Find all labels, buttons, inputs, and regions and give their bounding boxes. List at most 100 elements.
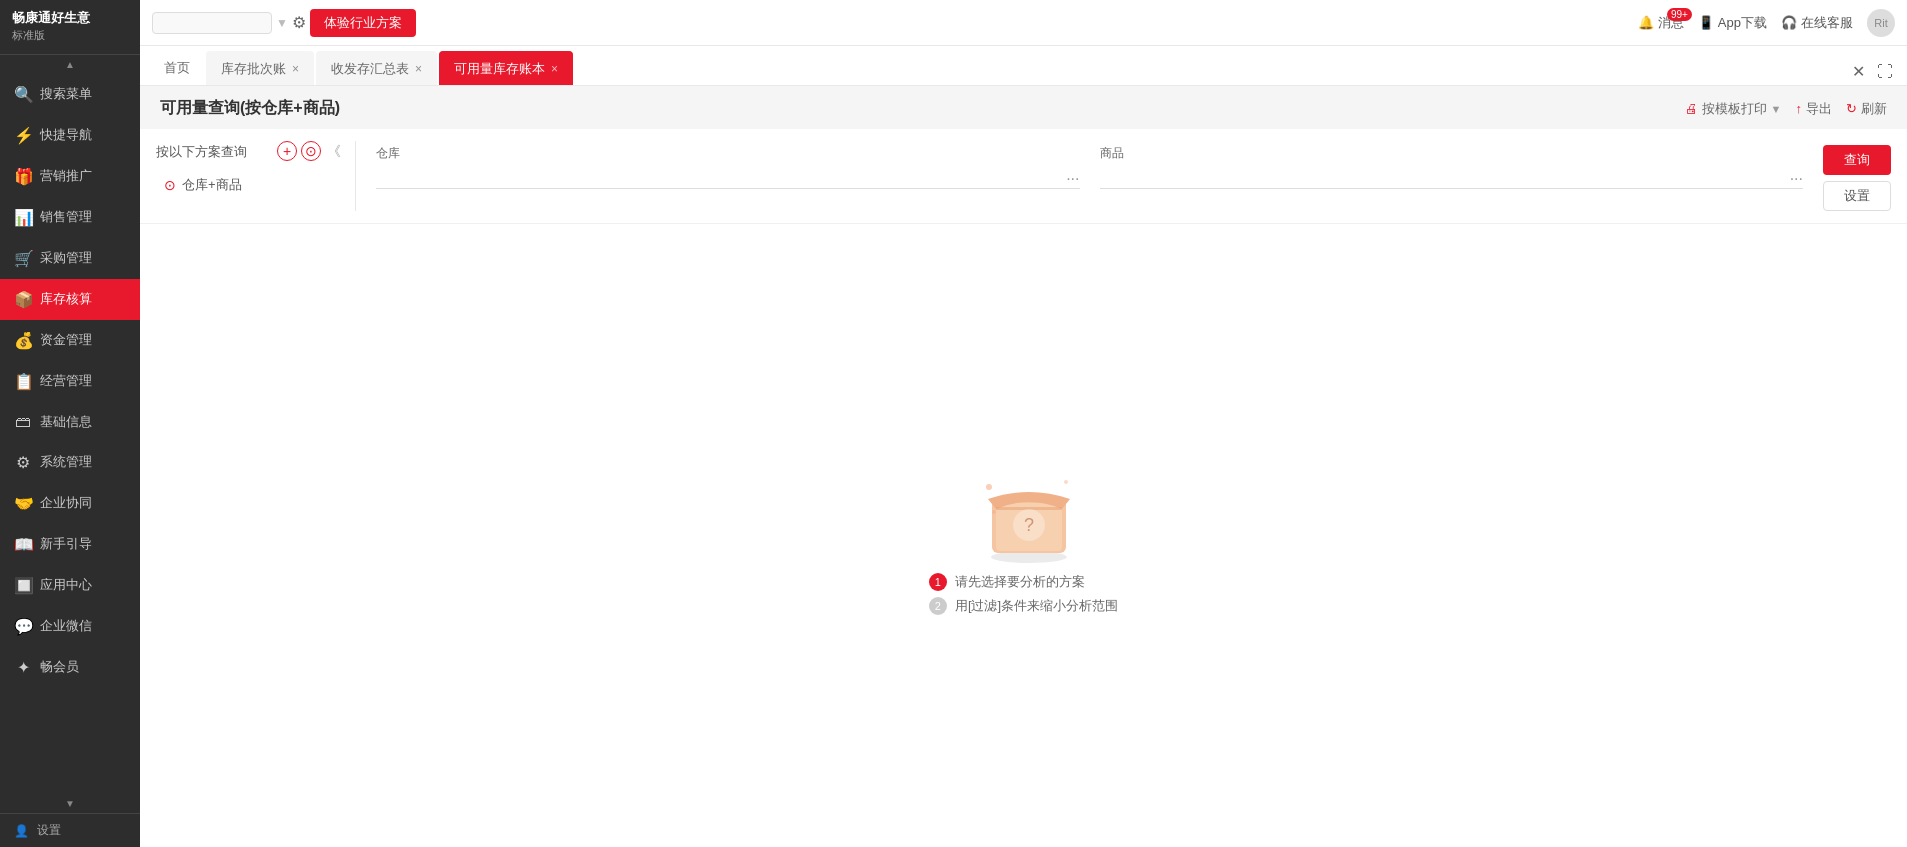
sidebar-item-operation[interactable]: 📋 经营管理 (0, 361, 140, 402)
hint-text-1: 请先选择要分析的方案 (955, 573, 1085, 591)
sidebar-item-search[interactable]: 🔍 搜索菜单 (0, 74, 140, 115)
search-icon: 🔍 (14, 85, 32, 104)
export-button[interactable]: ↑ 导出 (1796, 100, 1833, 118)
settings-icon[interactable]: ⚙ (292, 13, 306, 32)
sidebar-item-label: 快捷导航 (40, 126, 92, 144)
sidebar-item-newbie[interactable]: 📖 新手引导 (0, 524, 140, 565)
filter-warehouse-input[interactable] (376, 168, 1062, 183)
sidebar-item-purchase[interactable]: 🛒 采购管理 (0, 238, 140, 279)
close-icon[interactable]: × (551, 62, 558, 76)
tab-receipt-summary-label: 收发存汇总表 (331, 60, 409, 78)
svg-point-7 (1064, 480, 1068, 484)
query-schemes-header: 按以下方案查询 + ⊙ 《 (156, 141, 343, 163)
filter-goods-dots[interactable]: ... (1790, 166, 1803, 184)
sidebar-item-label: 库存核算 (40, 290, 92, 308)
close-icon[interactable]: × (415, 62, 422, 76)
sidebar-item-label: 基础信息 (40, 413, 92, 431)
print-chevron-icon: ▼ (1771, 103, 1782, 115)
query-schemes: 按以下方案查询 + ⊙ 《 ⊙ 仓库+商 (156, 141, 356, 211)
query-buttons: 查询 设置 (1823, 141, 1891, 211)
sidebar-item-label: 资金管理 (40, 331, 92, 349)
sidebar-item-marketing[interactable]: 🎁 营销推广 (0, 156, 140, 197)
content-area: 可用量查询(按仓库+商品) 🖨 按模板打印 ▼ ↑ 导出 ↻ 刷新 (140, 86, 1907, 847)
wechat-icon: 💬 (14, 617, 32, 636)
refresh-button[interactable]: ↻ 刷新 (1846, 100, 1887, 118)
sidebar-item-sales[interactable]: 📊 销售管理 (0, 197, 140, 238)
print-button[interactable]: 🖨 按模板打印 ▼ (1685, 100, 1782, 118)
sidebar-item-basic[interactable]: 🗃 基础信息 (0, 402, 140, 442)
database-icon: 🗃 (14, 413, 32, 431)
online-service-button[interactable]: 🎧 在线客服 (1781, 14, 1853, 32)
sidebar-item-finance[interactable]: 💰 资金管理 (0, 320, 140, 361)
add-scheme-button[interactable]: + (277, 141, 297, 161)
sidebar-item-apps[interactable]: 🔲 应用中心 (0, 565, 140, 606)
sidebar-scroll-down[interactable]: ▼ (0, 794, 140, 813)
sidebar-item-label: 新手引导 (40, 535, 92, 553)
tab-available-ledger[interactable]: 可用量库存账本 × (439, 51, 573, 85)
filter-goods-input[interactable] (1100, 168, 1786, 183)
tab-home-label: 首页 (164, 59, 190, 77)
sidebar-item-label: 系统管理 (40, 453, 92, 471)
message-button[interactable]: 🔔 消息 99+ (1638, 14, 1684, 32)
sidebar-item-system[interactable]: ⚙ 系统管理 (0, 442, 140, 483)
sidebar: 畅康通好生意 标准版 ▲ 🔍 搜索菜单 ⚡ 快捷导航 🎁 营销推广 📊 销售管理… (0, 0, 140, 847)
sidebar-logo: 畅康通好生意 标准版 (12, 10, 128, 44)
sidebar-item-label: 营销推广 (40, 167, 92, 185)
filter-row: 仓库 ... 商品 ... (356, 141, 1823, 211)
collapse-panel-button[interactable]: 《 (325, 141, 343, 163)
headset-icon: 🎧 (1781, 15, 1797, 30)
scheme-settings-button[interactable]: ⊙ (301, 141, 321, 161)
user-icon: 👤 (14, 824, 29, 838)
tab-batch-account[interactable]: 库存批次账 × (206, 51, 314, 85)
tab-actions: ✕ ⛶ (1848, 58, 1897, 85)
tab-receipt-summary[interactable]: 收发存汇总表 × (316, 51, 437, 85)
scheme-icon: ⊙ (164, 177, 176, 193)
sidebar-nav: 🔍 搜索菜单 ⚡ 快捷导航 🎁 营销推广 📊 销售管理 🛒 采购管理 📦 库存核… (0, 74, 140, 794)
industry-solution-button[interactable]: 体验行业方案 (310, 9, 416, 37)
filter-goods-label: 商品 (1100, 145, 1804, 162)
printer-icon: 🖨 (1685, 101, 1698, 116)
breadcrumb: ▼ ⚙ 体验行业方案 (152, 9, 1630, 37)
svg-point-6 (986, 484, 992, 490)
export-label: 导出 (1806, 100, 1832, 118)
apps-icon: 🔲 (14, 576, 32, 595)
chart-icon: 📊 (14, 208, 32, 227)
sidebar-user-label: 设置 (37, 822, 61, 839)
breadcrumb-input[interactable] (152, 12, 272, 34)
app-download-button[interactable]: 📱 App下载 (1698, 14, 1767, 32)
empty-illustration: ? (974, 457, 1074, 557)
filter-group-warehouse: 仓库 ... (376, 145, 1080, 189)
empty-hint-2: 2 用[过滤]条件来缩小分析范围 (929, 597, 1118, 615)
sidebar-item-wechat[interactable]: 💬 企业微信 (0, 606, 140, 647)
tab-batch-account-label: 库存批次账 (221, 60, 286, 78)
query-button[interactable]: 查询 (1823, 145, 1891, 175)
scheme-item-warehouse-goods[interactable]: ⊙ 仓库+商品 (156, 171, 343, 199)
bell-icon: 🔔 (1638, 15, 1654, 30)
svg-text:?: ? (1023, 515, 1033, 535)
user-menu-button[interactable]: Rit (1867, 9, 1895, 37)
member-icon: ✦ (14, 658, 32, 677)
page-header-actions: 🖨 按模板打印 ▼ ↑ 导出 ↻ 刷新 (1685, 100, 1887, 118)
close-icon[interactable]: × (292, 62, 299, 76)
clipboard-icon: 📋 (14, 372, 32, 391)
page-header: 可用量查询(按仓库+商品) 🖨 按模板打印 ▼ ↑ 导出 ↻ 刷新 (140, 86, 1907, 129)
lightning-icon: ⚡ (14, 126, 32, 145)
close-tab-button[interactable]: ✕ (1848, 58, 1869, 85)
settings-button[interactable]: 设置 (1823, 181, 1891, 211)
sidebar-item-quicknav[interactable]: ⚡ 快捷导航 (0, 115, 140, 156)
gear-icon: ⚙ (14, 453, 32, 472)
filter-warehouse-dots[interactable]: ... (1066, 166, 1079, 184)
sidebar-item-coop[interactable]: 🤝 企业协同 (0, 483, 140, 524)
filter-goods-input-container: ... (1100, 166, 1804, 189)
message-badge: 99+ (1667, 8, 1692, 21)
empty-hint-1: 1 请先选择要分析的方案 (929, 573, 1118, 591)
sidebar-item-label: 采购管理 (40, 249, 92, 267)
expand-tab-button[interactable]: ⛶ (1873, 59, 1897, 85)
sidebar-bottom[interactable]: 👤 设置 (0, 813, 140, 847)
sidebar-item-inventory[interactable]: 📦 库存核算 (0, 279, 140, 320)
tab-home[interactable]: 首页 (150, 51, 204, 85)
cart-icon: 🛒 (14, 249, 32, 268)
money-icon: 💰 (14, 331, 32, 350)
sidebar-scroll-up[interactable]: ▲ (0, 55, 140, 74)
sidebar-item-member[interactable]: ✦ 畅会员 (0, 647, 140, 688)
